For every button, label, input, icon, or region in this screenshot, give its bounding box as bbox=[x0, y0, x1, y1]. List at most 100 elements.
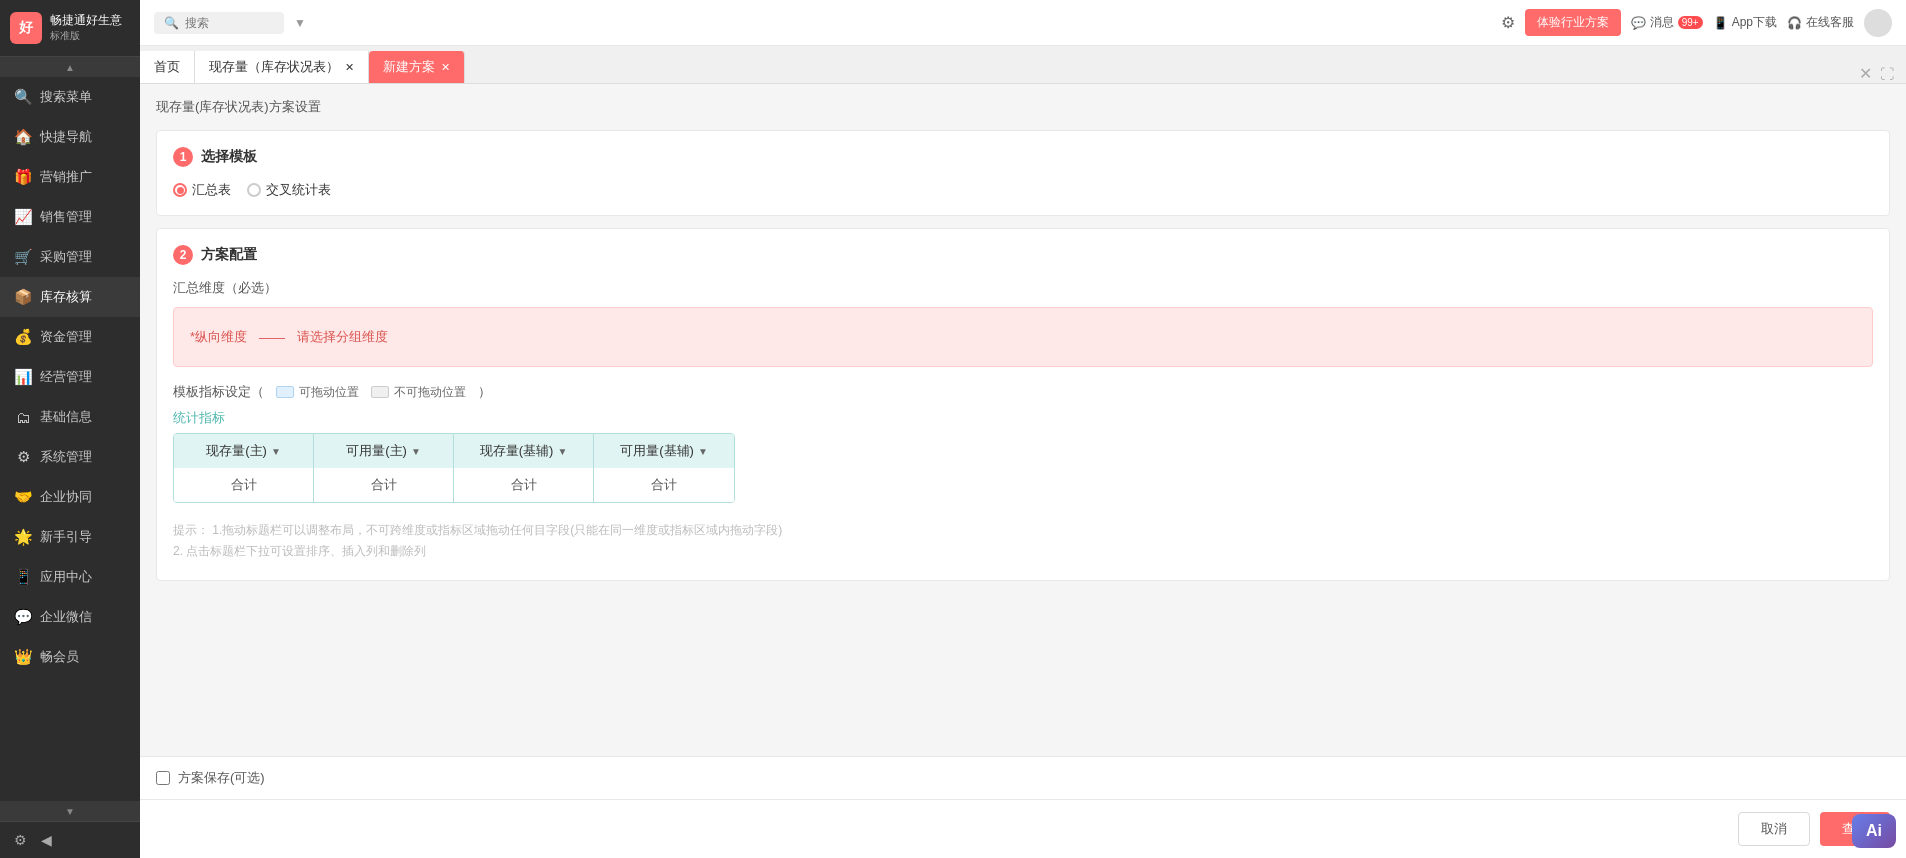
crown-icon: 👑 bbox=[14, 648, 32, 666]
sidebar-item-operations[interactable]: 📊 经营管理 bbox=[0, 357, 140, 397]
sidebar-item-label: 资金管理 bbox=[40, 328, 92, 346]
stat-table-body: 合计 合计 合计 合计 bbox=[174, 468, 734, 502]
radio-summary-table[interactable]: 汇总表 bbox=[173, 181, 231, 199]
sidebar-item-basic-info[interactable]: 🗂 基础信息 bbox=[0, 397, 140, 437]
sidebar-item-label: 系统管理 bbox=[40, 448, 92, 466]
stat-table-header: 现存量(主) ▼ 可用量(主) ▼ 现存量(基辅) ▼ 可用量(基辅) ▼ bbox=[174, 434, 734, 468]
sidebar-item-search[interactable]: 🔍 搜索菜单 bbox=[0, 77, 140, 117]
trial-button[interactable]: 体验行业方案 bbox=[1525, 9, 1621, 36]
home-icon: 🏠 bbox=[14, 128, 32, 146]
dimension-required-label: *纵向维度 bbox=[190, 328, 247, 346]
sidebar-item-app-center[interactable]: 📱 应用中心 bbox=[0, 557, 140, 597]
handshake-icon: 🤝 bbox=[14, 488, 32, 506]
topbar-settings-icon[interactable]: ⚙ bbox=[1501, 13, 1515, 32]
tab-home[interactable]: 首页 bbox=[140, 51, 195, 83]
sidebar-item-label: 新手引导 bbox=[40, 528, 92, 546]
sidebar-item-label: 畅会员 bbox=[40, 648, 79, 666]
col-header-1[interactable]: 可用量(主) ▼ bbox=[314, 434, 454, 468]
panel-close-icon[interactable]: ✕ bbox=[1859, 64, 1872, 83]
main-area: 🔍 ▼ ⚙ 体验行业方案 💬 消息 99+ 📱 App下载 🎧 在线客服 首页 … bbox=[140, 0, 1906, 858]
panel-expand-icon[interactable]: ⛶ bbox=[1880, 66, 1894, 82]
sidebar-item-inventory[interactable]: 📦 库存核算 bbox=[0, 277, 140, 317]
sidebar-item-label: 搜索菜单 bbox=[40, 88, 92, 106]
chevron-down-icon: ▼ bbox=[271, 446, 281, 457]
col-header-2[interactable]: 现存量(基辅) ▼ bbox=[454, 434, 594, 468]
app-icon: 📱 bbox=[1713, 16, 1728, 30]
chevron-down-icon: ▼ bbox=[698, 446, 708, 457]
cancel-button[interactable]: 取消 bbox=[1738, 812, 1810, 846]
sidebar-item-marketing[interactable]: 🎁 营销推广 bbox=[0, 157, 140, 197]
wechat-icon: 💬 bbox=[14, 608, 32, 626]
ai-badge[interactable]: Ai bbox=[1852, 814, 1896, 848]
content-area: 现存量(库存状况表)方案设置 1 选择模板 汇总表 交叉统计表 2 bbox=[140, 84, 1906, 756]
search-input[interactable] bbox=[185, 16, 265, 30]
sidebar-item-purchase[interactable]: 🛒 采购管理 bbox=[0, 237, 140, 277]
radio-summary-label: 汇总表 bbox=[192, 181, 231, 199]
sidebar-item-guide[interactable]: 🌟 新手引导 bbox=[0, 517, 140, 557]
app-label: App下载 bbox=[1732, 14, 1777, 31]
movable-legend: 可拖动位置 bbox=[276, 384, 359, 401]
cart-icon: 🛒 bbox=[14, 248, 32, 266]
footer-save-section: 方案保存(可选) bbox=[140, 756, 1906, 799]
tab-new-plan[interactable]: 新建方案 ✕ bbox=[369, 51, 465, 83]
dimension-placeholder: 请选择分组维度 bbox=[297, 328, 388, 346]
sidebar-item-cooperation[interactable]: 🤝 企业协同 bbox=[0, 477, 140, 517]
col-cell: 合计 bbox=[651, 476, 677, 494]
tab-close-icon[interactable]: ✕ bbox=[345, 61, 354, 74]
headset-icon: 🎧 bbox=[1787, 16, 1802, 30]
sidebar-items: 🔍 搜索菜单 🏠 快捷导航 🎁 营销推广 📈 销售管理 🛒 采购管理 📦 库存核… bbox=[0, 77, 140, 801]
step2-badge: 2 bbox=[173, 245, 193, 265]
sidebar-item-label: 应用中心 bbox=[40, 568, 92, 586]
sidebar-item-quick-nav[interactable]: 🏠 快捷导航 bbox=[0, 117, 140, 157]
topbar-service[interactable]: 🎧 在线客服 bbox=[1787, 14, 1854, 31]
col-header-label: 可用量(基辅) bbox=[620, 442, 694, 460]
settings-bottom-icon[interactable]: ⚙ bbox=[14, 832, 27, 848]
fixed-legend: 不可拖动位置 bbox=[371, 384, 466, 401]
movable-legend-label: 可拖动位置 bbox=[299, 384, 359, 401]
sidebar-scroll-up[interactable]: ▲ bbox=[0, 57, 140, 77]
sidebar-item-wechat[interactable]: 💬 企业微信 bbox=[0, 597, 140, 637]
radio-summary-circle bbox=[173, 183, 187, 197]
chart-icon: 📈 bbox=[14, 208, 32, 226]
user-avatar[interactable] bbox=[1864, 9, 1892, 37]
app-logo-icon: 好 bbox=[10, 12, 42, 44]
gift-icon: 🎁 bbox=[14, 168, 32, 186]
money-icon: 💰 bbox=[14, 328, 32, 346]
msg-badge: 99+ bbox=[1678, 16, 1703, 29]
section-choose-template: 1 选择模板 汇总表 交叉统计表 bbox=[156, 130, 1890, 216]
chevron-down-icon: ▼ bbox=[557, 446, 567, 457]
sidebar-item-system[interactable]: ⚙ 系统管理 bbox=[0, 437, 140, 477]
folder-icon: 🗂 bbox=[14, 409, 32, 426]
col-body-3: 合计 bbox=[594, 468, 734, 502]
sidebar-item-label: 采购管理 bbox=[40, 248, 92, 266]
stat-table: 现存量(主) ▼ 可用量(主) ▼ 现存量(基辅) ▼ 可用量(基辅) ▼ bbox=[173, 433, 735, 503]
tab-inventory-status[interactable]: 现存量（库存状况表） ✕ bbox=[195, 51, 369, 83]
radio-cross-table[interactable]: 交叉统计表 bbox=[247, 181, 331, 199]
tip-2: 2. 点击标题栏下拉可设置排序、插入列和删除列 bbox=[173, 543, 1873, 560]
topbar-app-download[interactable]: 📱 App下载 bbox=[1713, 14, 1777, 31]
col-cell: 合计 bbox=[371, 476, 397, 494]
section-plan-config: 2 方案配置 汇总维度（必选） *纵向维度 —— 请选择分组维度 模板指标设定（… bbox=[156, 228, 1890, 581]
save-plan-checkbox[interactable] bbox=[156, 771, 170, 785]
col-cell: 合计 bbox=[511, 476, 537, 494]
sidebar-scroll-down[interactable]: ▼ bbox=[0, 801, 140, 821]
topbar-msg[interactable]: 💬 消息 99+ bbox=[1631, 14, 1703, 31]
sidebar-item-sales[interactable]: 📈 销售管理 bbox=[0, 197, 140, 237]
tab-close-icon[interactable]: ✕ bbox=[441, 61, 450, 74]
fixed-legend-label: 不可拖动位置 bbox=[394, 384, 466, 401]
col-header-3[interactable]: 可用量(基辅) ▼ bbox=[594, 434, 734, 468]
indicator-setting-label: 模板指标设定（ bbox=[173, 383, 264, 401]
dimension-required-box[interactable]: *纵向维度 —— 请选择分组维度 bbox=[173, 307, 1873, 367]
sidebar-item-finance[interactable]: 💰 资金管理 bbox=[0, 317, 140, 357]
sidebar-item-member[interactable]: 👑 畅会员 bbox=[0, 637, 140, 677]
msg-label: 消息 bbox=[1650, 14, 1674, 31]
topbar-search-box[interactable]: 🔍 bbox=[154, 12, 284, 34]
step1-title: 选择模板 bbox=[201, 148, 257, 166]
sidebar-bottom: ⚙ ◀ bbox=[0, 821, 140, 858]
audio-icon[interactable]: ◀ bbox=[41, 832, 52, 848]
sidebar-item-label: 销售管理 bbox=[40, 208, 92, 226]
sidebar-item-label: 企业微信 bbox=[40, 608, 92, 626]
star-icon: 🌟 bbox=[14, 528, 32, 546]
col-header-0[interactable]: 现存量(主) ▼ bbox=[174, 434, 314, 468]
topbar-chevron-icon[interactable]: ▼ bbox=[294, 16, 306, 30]
